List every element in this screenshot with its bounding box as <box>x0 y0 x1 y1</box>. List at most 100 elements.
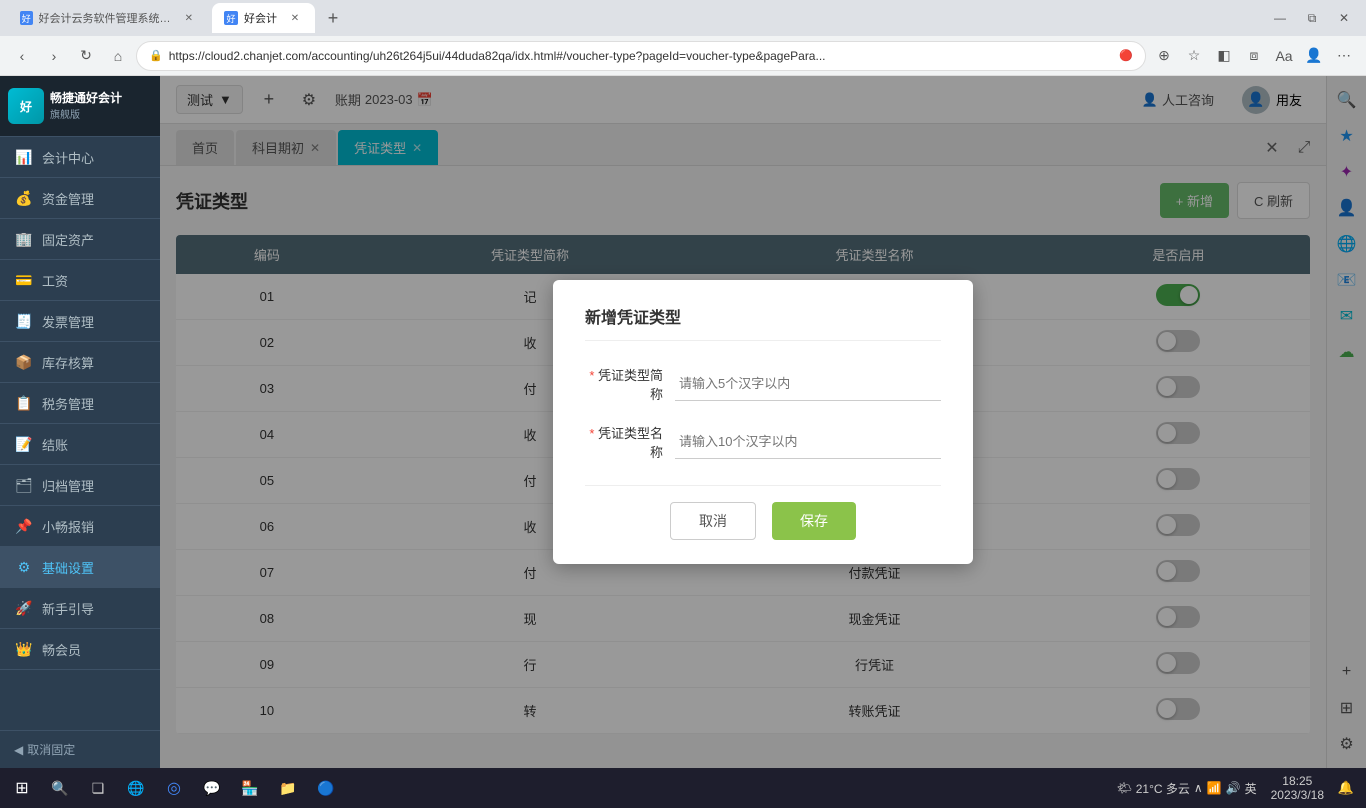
split-button[interactable]: ⧈ <box>1240 42 1268 70</box>
sidebar-item-label-archive: 归档管理 <box>42 476 94 495</box>
add-voucher-type-modal: 新增凭证类型 凭证类型简称 凭证类型名称 取消 保存 <box>553 280 973 564</box>
taskbar-chrome-button[interactable]: ◎ <box>156 770 192 806</box>
sidebar-item-label-fixed-assets: 固定资产 <box>42 230 94 249</box>
fixed-assets-icon: 🏢 <box>14 229 34 249</box>
favorites-button[interactable]: ☆ <box>1180 42 1208 70</box>
minimize-button[interactable]: — <box>1266 4 1294 32</box>
salary-icon: 💳 <box>14 270 34 290</box>
archive-icon: 🗂 <box>14 475 34 495</box>
profile-button[interactable]: 👤 <box>1300 42 1328 70</box>
tab-favicon-2: 好 <box>224 11 238 25</box>
logo-icon: 好 <box>8 88 44 124</box>
tab-title-2: 好会计 <box>244 10 277 26</box>
sidebar-logo: 好 畅捷通好会计 旗舰版 <box>0 76 160 137</box>
sidebar-item-member[interactable]: 👑 畅会员 <box>0 629 160 670</box>
save-button[interactable]: 保存 <box>772 502 856 540</box>
lang-indicator: 英 <box>1245 780 1257 797</box>
collections-button[interactable]: ◧ <box>1210 42 1238 70</box>
sidebar-item-archive[interactable]: 🗂 归档管理 <box>0 465 160 506</box>
taskbar-taskview-button[interactable]: ❏ <box>80 770 116 806</box>
sidebar-footer[interactable]: ◀ 取消固定 <box>0 730 160 768</box>
modal-overlay: 新增凭证类型 凭证类型简称 凭证类型名称 取消 保存 <box>160 76 1366 768</box>
home-button[interactable]: ⌂ <box>104 42 132 70</box>
sidebar-item-invoice[interactable]: 🧾 发票管理 <box>0 301 160 342</box>
sidebar-item-label-settings: 基础设置 <box>42 558 94 577</box>
sidebar-item-label-tax: 税务管理 <box>42 394 94 413</box>
sidebar-item-guide[interactable]: 🚀 新手引导 <box>0 588 160 629</box>
taskbar-systray: 🌤 21°C 多云 ∧ 📶 🔊 英 <box>1109 780 1265 797</box>
logo-text-group: 畅捷通好会计 旗舰版 <box>50 91 122 122</box>
extensions-button[interactable]: ⊕ <box>1150 42 1178 70</box>
wifi-icon: 📶 <box>1207 781 1222 795</box>
url-box[interactable]: 🔒 https://cloud2.chanjet.com/accounting/… <box>136 41 1146 71</box>
weather-text: 21°C 多云 <box>1136 780 1190 797</box>
expense-icon: 📌 <box>14 516 34 536</box>
new-tab-button[interactable]: + <box>319 4 347 32</box>
lock-icon: 🔒 <box>149 49 163 62</box>
more-button[interactable]: ⋯ <box>1330 42 1358 70</box>
settlement-icon: 📝 <box>14 434 34 454</box>
address-bar: ‹ › ↻ ⌂ 🔒 https://cloud2.chanjet.com/acc… <box>0 36 1366 76</box>
form-label-short: 凭证类型简称 <box>585 365 675 403</box>
systray-arrow[interactable]: ∧ <box>1194 781 1203 795</box>
refresh-button[interactable]: ↻ <box>72 42 100 70</box>
sidebar-item-label-guide: 新手引导 <box>42 599 94 618</box>
clock-date: 2023/3/18 <box>1271 788 1324 802</box>
invoice-icon: 🧾 <box>14 311 34 331</box>
sidebar-item-label-inventory: 库存核算 <box>42 353 94 372</box>
logo-title: 畅捷通好会计 <box>50 91 122 107</box>
forward-button[interactable]: › <box>40 42 68 70</box>
weather-icon: 🌤 <box>1117 781 1132 795</box>
dashboard-icon: 📊 <box>14 147 34 167</box>
taskbar-edge2-button[interactable]: 🔵 <box>308 770 344 806</box>
sidebar-item-label-dashboard: 会计中心 <box>42 148 94 167</box>
browser-tab-2[interactable]: 好 好会计 ✕ <box>212 3 315 33</box>
browser-chrome: 好 好会计云务软件管理系统_会计 ✕ 好 好会计 ✕ + — ⧉ ✕ ‹ › ↻… <box>0 0 1366 76</box>
cancel-button[interactable]: 取消 <box>670 502 756 540</box>
sidebar-item-label-salary: 工资 <box>42 271 68 290</box>
immersive-button[interactable]: Aa <box>1270 42 1298 70</box>
voucher-short-input[interactable] <box>675 367 941 401</box>
tab-title-1: 好会计云务软件管理系统_会计 <box>39 10 172 26</box>
start-button[interactable]: ⊞ <box>4 770 40 806</box>
sidebar-item-expense[interactable]: 📌 小畅报销 <box>0 506 160 547</box>
sidebar-item-settings[interactable]: ⚙ 基础设置 <box>0 547 160 588</box>
browser-tab-1[interactable]: 好 好会计云务软件管理系统_会计 ✕ <box>8 3 208 33</box>
sidebar-item-fixed-assets[interactable]: 🏢 固定资产 <box>0 219 160 260</box>
sidebar-item-label-fund: 资金管理 <box>42 189 94 208</box>
tab-bar: 好 好会计云务软件管理系统_会计 ✕ 好 好会计 ✕ + — ⧉ ✕ <box>0 0 1366 36</box>
taskbar-clock[interactable]: 18:25 2023/3/18 <box>1267 774 1328 802</box>
sidebar-footer-label: 取消固定 <box>27 741 75 758</box>
sidebar-item-label-member: 畅会员 <box>42 640 81 659</box>
guide-icon: 🚀 <box>14 598 34 618</box>
browser-actions: ⊕ ☆ ◧ ⧈ Aa 👤 ⋯ <box>1150 42 1358 70</box>
sidebar-item-dashboard[interactable]: 📊 会计中心 <box>0 137 160 178</box>
tax-icon: 📋 <box>14 393 34 413</box>
sidebar-item-salary[interactable]: 💳 工资 <box>0 260 160 301</box>
settings-icon: ⚙ <box>14 557 34 577</box>
taskbar-store-button[interactable]: 🏪 <box>232 770 268 806</box>
sidebar-item-label-invoice: 发票管理 <box>42 312 94 331</box>
taskbar: ⊞ 🔍 ❏ 🌐 ◎ 💬 🏪 📁 🔵 🌤 21°C 多云 ∧ 📶 🔊 英 18:2… <box>0 768 1366 808</box>
sidebar-item-inventory[interactable]: 📦 库存核算 <box>0 342 160 383</box>
voucher-name-input[interactable] <box>675 425 941 459</box>
restore-button[interactable]: ⧉ <box>1298 4 1326 32</box>
notification-button[interactable]: 🔔 <box>1330 772 1362 804</box>
sidebar-item-label-settlement: 结账 <box>42 435 68 454</box>
sound-icon: 🔊 <box>1226 781 1241 795</box>
taskbar-edge-button[interactable]: 🌐 <box>118 770 154 806</box>
close-window-button[interactable]: ✕ <box>1330 4 1358 32</box>
sidebar-item-label-expense: 小畅报销 <box>42 517 94 536</box>
sidebar-item-fund[interactable]: 💰 资金管理 <box>0 178 160 219</box>
taskbar-wechat-button[interactable]: 💬 <box>194 770 230 806</box>
clock-time: 18:25 <box>1271 774 1324 788</box>
taskbar-search-button[interactable]: 🔍 <box>42 770 78 806</box>
modal-title: 新增凭证类型 <box>585 304 941 341</box>
tab-close-2[interactable]: ✕ <box>287 10 303 26</box>
sidebar-item-tax[interactable]: 📋 税务管理 <box>0 383 160 424</box>
tab-close-1[interactable]: ✕ <box>182 10 196 26</box>
sidebar-item-settlement[interactable]: 📝 结账 <box>0 424 160 465</box>
inventory-icon: 📦 <box>14 352 34 372</box>
back-button[interactable]: ‹ <box>8 42 36 70</box>
taskbar-files-button[interactable]: 📁 <box>270 770 306 806</box>
